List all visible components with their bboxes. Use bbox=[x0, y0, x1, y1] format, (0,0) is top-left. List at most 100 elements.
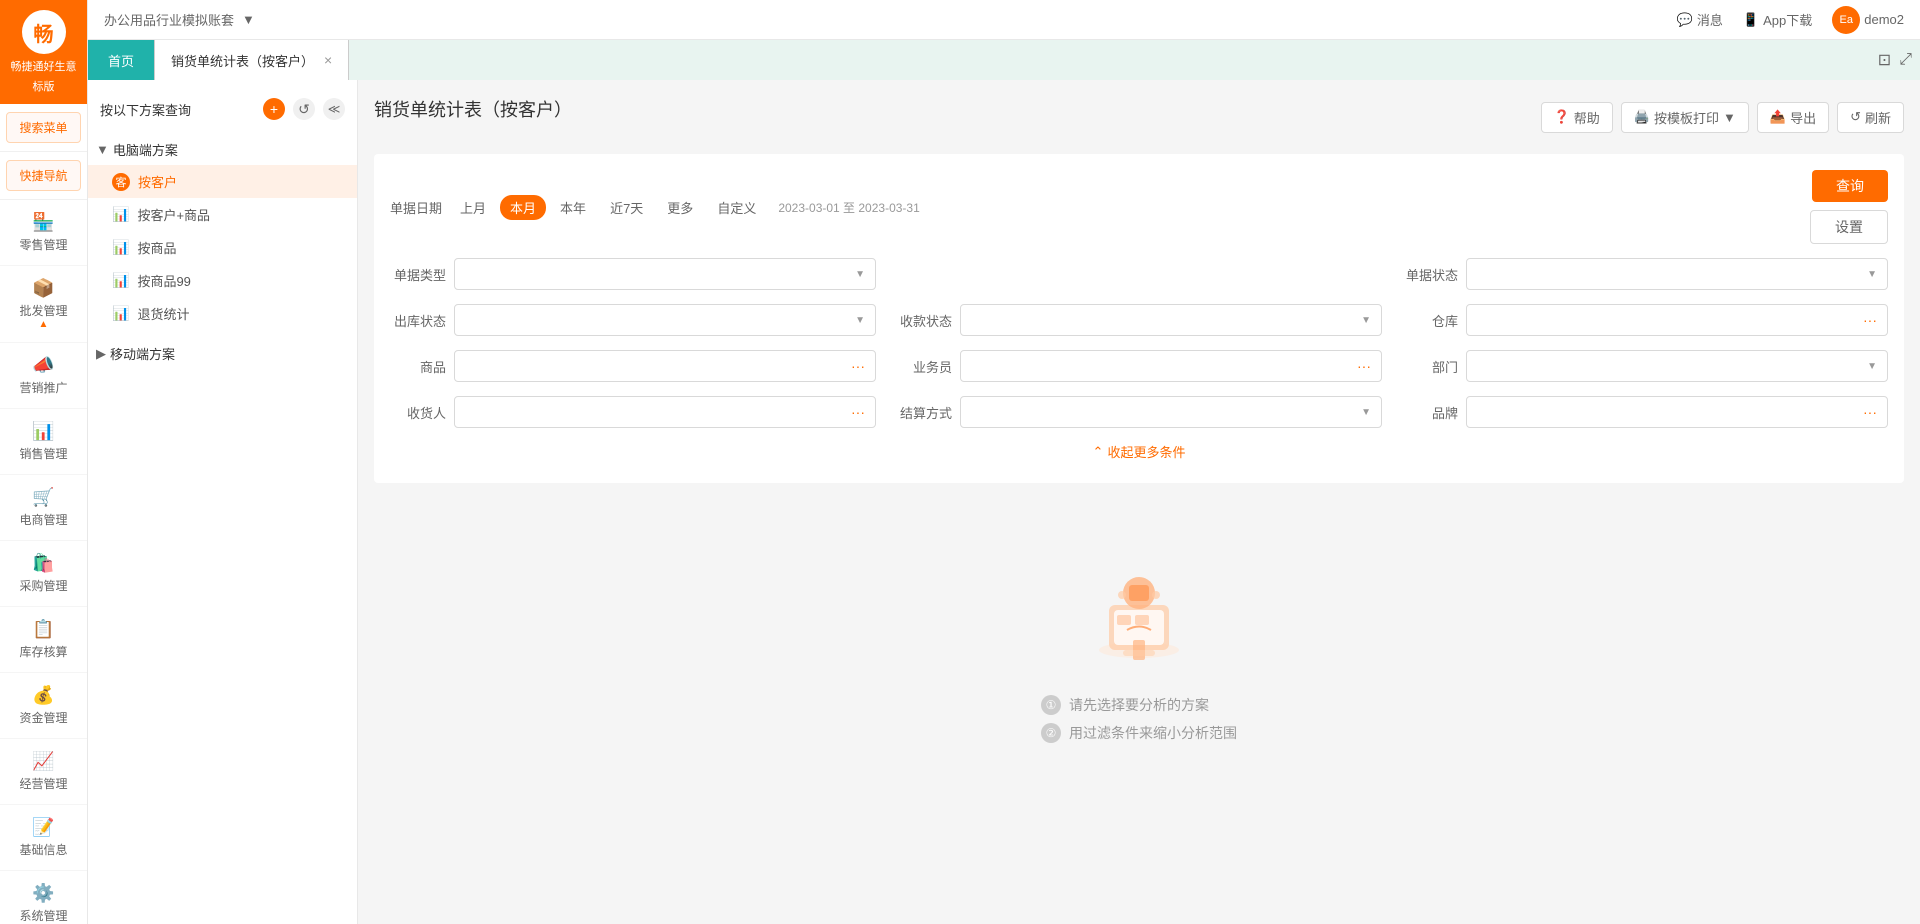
date-shortcut-7days[interactable]: 近7天 bbox=[600, 195, 653, 220]
doc-status-control[interactable]: ▼ bbox=[1466, 258, 1888, 290]
tab-home[interactable]: 首页 bbox=[88, 40, 155, 80]
date-shortcut-more[interactable]: 更多 bbox=[657, 195, 703, 220]
minimize-window-button[interactable]: ⊡ bbox=[1878, 50, 1891, 70]
desktop-plan-group-header[interactable]: ▼ 电脑端方案 bbox=[88, 134, 357, 165]
empty-tip-1: ① 请先选择要分析的方案 bbox=[1041, 695, 1237, 715]
add-icon: + bbox=[270, 101, 278, 117]
help-button[interactable]: ❓ 帮助 bbox=[1541, 102, 1613, 133]
sidebar-item-operations[interactable]: 📈 经营管理 bbox=[0, 739, 87, 805]
goods-control[interactable]: ··· bbox=[454, 350, 876, 382]
phone-icon: 📱 bbox=[1743, 12, 1759, 28]
salesperson-control[interactable]: ··· bbox=[960, 350, 1382, 382]
refresh-plan-button[interactable]: ↺ bbox=[293, 98, 315, 120]
empty-state: ① 请先选择要分析的方案 ② 用过滤条件来缩小分析范围 bbox=[374, 495, 1904, 803]
date-shortcut-last-month[interactable]: 上月 bbox=[450, 195, 496, 220]
settlement-control[interactable]: ▼ bbox=[960, 396, 1382, 428]
sidebar-item-marketing[interactable]: 📣 营销推广 bbox=[0, 343, 87, 409]
doc-status-label: 单据状态 bbox=[1402, 265, 1458, 284]
warehouse-label: 仓库 bbox=[1402, 311, 1458, 330]
warehouse-control[interactable]: ··· bbox=[1466, 304, 1888, 336]
department-control[interactable]: ▼ bbox=[1466, 350, 1888, 382]
doc-type-control[interactable]: ▼ bbox=[454, 258, 876, 290]
retail-icon: 🏪 bbox=[32, 212, 54, 233]
sidebar: 畅 畅捷通好生意 标版 搜索菜单 快捷导航 🏪 零售管理 📦 批发管理 ▲ 📣 … bbox=[0, 0, 88, 924]
marketing-icon: 📣 bbox=[32, 355, 54, 376]
mobile-plan-group-header[interactable]: ▶ 移动端方案 bbox=[88, 338, 357, 369]
sidebar-item-label: 库存核算 bbox=[19, 643, 67, 660]
content-area: 按以下方案查询 + ↺ ≪ ▼ 电脑端方案 bbox=[88, 80, 1920, 924]
refresh-label: 刷新 bbox=[1865, 108, 1891, 127]
plan-item-by-customer[interactable]: 客 按客户 bbox=[88, 165, 357, 198]
sidebar-item-inventory[interactable]: 📋 库存核算 bbox=[0, 607, 87, 673]
warehouse-more-button[interactable]: ··· bbox=[1863, 312, 1877, 328]
desktop-plan-items: 客 按客户 📊 按客户+商品 📊 按商品 📊 按商品99 bbox=[88, 165, 357, 330]
app-download-button[interactable]: 📱 App下载 bbox=[1743, 10, 1812, 29]
add-plan-button[interactable]: + bbox=[263, 98, 285, 120]
sidebar-item-retail[interactable]: 🏪 零售管理 bbox=[0, 200, 87, 266]
maximize-window-button[interactable]: ⤢ bbox=[1899, 51, 1912, 69]
brand-more-button[interactable]: ··· bbox=[1863, 404, 1877, 420]
collapse-filter-button[interactable]: ⌃ 收起更多条件 bbox=[390, 436, 1888, 467]
collapse-panel-button[interactable]: ≪ bbox=[323, 98, 345, 120]
sidebar-item-finance[interactable]: 💰 资金管理 bbox=[0, 673, 87, 739]
mobile-group-title: 移动端方案 bbox=[110, 344, 175, 363]
tab-sales-stats[interactable]: 销货单统计表（按客户） × bbox=[155, 40, 349, 80]
help-icon: ❓ bbox=[1554, 109, 1570, 125]
date-shortcut-custom[interactable]: 自定义 bbox=[707, 195, 766, 220]
logo-text: 畅捷通好生意 bbox=[11, 58, 77, 74]
print-button[interactable]: 🖨️ 按模板打印 ▼ bbox=[1621, 102, 1749, 133]
recipient-more-button[interactable]: ··· bbox=[851, 404, 865, 420]
industry-dropdown[interactable]: ▼ bbox=[242, 12, 255, 27]
customer-plan-icon: 客 bbox=[112, 173, 130, 191]
sidebar-item-wholesale[interactable]: 📦 批发管理 ▲ bbox=[0, 266, 87, 343]
plan-item-label: 按商品 bbox=[137, 238, 176, 257]
date-shortcut-this-year[interactable]: 本年 bbox=[550, 195, 596, 220]
sidebar-item-purchase[interactable]: 🛍️ 采购管理 bbox=[0, 541, 87, 607]
page-title-row: 销货单统计表（按客户） ❓ 帮助 🖨️ 按模板打印 ▼ 📤 导出 bbox=[374, 96, 1904, 138]
recipient-control[interactable]: ··· bbox=[454, 396, 876, 428]
plan-item-by-customer-goods[interactable]: 📊 按客户+商品 bbox=[88, 198, 357, 231]
sidebar-item-label: 营销推广 bbox=[19, 379, 67, 396]
brand-control[interactable]: ··· bbox=[1466, 396, 1888, 428]
sidebar-item-basic[interactable]: 📝 基础信息 bbox=[0, 805, 87, 871]
plan-item-by-goods[interactable]: 📊 按商品 bbox=[88, 231, 357, 264]
receipt-status-label: 收款状态 bbox=[896, 311, 952, 330]
settings-button[interactable]: 设置 bbox=[1810, 210, 1888, 244]
chart-icon-3: 📊 bbox=[112, 272, 129, 289]
query-button[interactable]: 查询 bbox=[1812, 170, 1888, 202]
search-menu-button[interactable]: 搜索菜单 bbox=[6, 112, 81, 143]
refresh-button[interactable]: ↺ 刷新 bbox=[1837, 102, 1904, 133]
refresh-icon: ↺ bbox=[1850, 109, 1861, 125]
sidebar-item-ecommerce[interactable]: 🛒 电商管理 bbox=[0, 475, 87, 541]
quick-nav-button[interactable]: 快捷导航 bbox=[6, 160, 81, 191]
goods-more-button[interactable]: ··· bbox=[851, 358, 865, 374]
doc-status-filter: 单据状态 ▼ bbox=[1402, 258, 1888, 290]
tab-close-button[interactable]: × bbox=[324, 52, 332, 68]
date-shortcut-this-month[interactable]: 本月 bbox=[500, 195, 546, 220]
ecommerce-icon: 🛒 bbox=[32, 487, 54, 508]
receipt-status-control[interactable]: ▼ bbox=[960, 304, 1382, 336]
export-icon: 📤 bbox=[1770, 109, 1786, 125]
plan-item-return-stats[interactable]: 📊 退货统计 bbox=[88, 297, 357, 330]
sidebar-item-system[interactable]: ⚙️ 系统管理 bbox=[0, 871, 87, 924]
export-button[interactable]: 📤 导出 bbox=[1757, 102, 1829, 133]
department-label: 部门 bbox=[1402, 357, 1458, 376]
sidebar-logo[interactable]: 畅 畅捷通好生意 标版 bbox=[0, 0, 87, 104]
sidebar-item-sales[interactable]: 📊 销售管理 bbox=[0, 409, 87, 475]
left-panel-header: 按以下方案查询 + ↺ ≪ bbox=[88, 92, 357, 126]
message-button[interactable]: 💬 消息 bbox=[1677, 10, 1723, 29]
user-profile-button[interactable]: Ea demo2 bbox=[1832, 6, 1904, 34]
department-dropdown-icon: ▼ bbox=[1867, 361, 1877, 372]
topbar-right: 💬 消息 📱 App下载 Ea demo2 bbox=[1677, 6, 1904, 34]
plan-item-by-goods-99[interactable]: 📊 按商品99 bbox=[88, 264, 357, 297]
left-panel-title: 按以下方案查询 bbox=[100, 100, 191, 119]
app-download-label: App下载 bbox=[1763, 10, 1812, 29]
receipt-status-dropdown-icon: ▼ bbox=[1361, 315, 1371, 326]
export-label: 导出 bbox=[1790, 108, 1816, 127]
salesperson-more-button[interactable]: ··· bbox=[1357, 358, 1371, 374]
date-filter-row: 单据日期 上月 本月 本年 近7天 更多 自定义 2023-03-01 至 20… bbox=[390, 170, 1888, 244]
out-status-control[interactable]: ▼ bbox=[454, 304, 876, 336]
logo-abbr: 畅 bbox=[34, 18, 54, 47]
filter-grid-2: 出库状态 ▼ 收款状态 ▼ 仓库 bbox=[390, 304, 1888, 336]
collapse-up-icon: ⌃ bbox=[1093, 444, 1104, 460]
